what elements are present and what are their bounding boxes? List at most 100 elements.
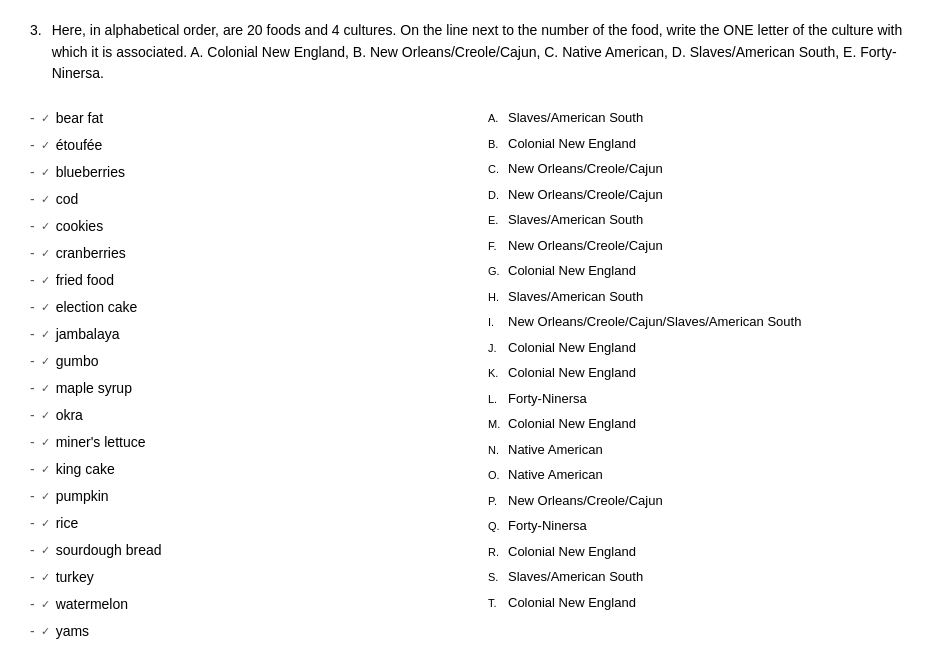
food-check: ✓ [41, 191, 50, 208]
food-name: watermelon [56, 594, 128, 615]
food-name: étoufée [56, 135, 103, 156]
cultures-list: A. Slaves/American South B. Colonial New… [468, 105, 906, 645]
food-dash: - [30, 378, 35, 399]
food-name: okra [56, 405, 83, 426]
culture-item: Q. Forty-Ninersa [488, 513, 906, 539]
culture-text: Colonial New England [508, 363, 636, 383]
food-name: cookies [56, 216, 103, 237]
culture-item: D. New Orleans/Creole/Cajun [488, 182, 906, 208]
culture-item: C. New Orleans/Creole/Cajun [488, 156, 906, 182]
food-dash: - [30, 135, 35, 156]
food-item: - ✓ étoufée [30, 132, 448, 159]
culture-text: New Orleans/Creole/Cajun [508, 185, 663, 205]
culture-letter: I. [488, 314, 504, 331]
food-item: - ✓ pumpkin [30, 483, 448, 510]
culture-text: New Orleans/Creole/Cajun [508, 491, 663, 511]
food-item: - ✓ okra [30, 402, 448, 429]
foods-list: - ✓ bear fat - ✓ étoufée - ✓ blueberries… [30, 105, 468, 645]
food-name: blueberries [56, 162, 125, 183]
culture-item: S. Slaves/American South [488, 564, 906, 590]
food-check: ✓ [41, 137, 50, 154]
food-name: bear fat [56, 108, 103, 129]
food-item: - ✓ bear fat [30, 105, 448, 132]
food-item: - ✓ rice [30, 510, 448, 537]
food-dash: - [30, 351, 35, 372]
culture-text: Native American [508, 440, 603, 460]
food-check: ✓ [41, 164, 50, 181]
culture-letter: D. [488, 187, 504, 204]
culture-letter: G. [488, 263, 504, 280]
culture-item: P. New Orleans/Creole/Cajun [488, 488, 906, 514]
culture-item: J. Colonial New England [488, 335, 906, 361]
food-item: - ✓ watermelon [30, 591, 448, 618]
culture-item: L. Forty-Ninersa [488, 386, 906, 412]
culture-text: Slaves/American South [508, 287, 643, 307]
culture-letter: O. [488, 467, 504, 484]
culture-text: Colonial New England [508, 542, 636, 562]
food-dash: - [30, 243, 35, 264]
food-name: gumbo [56, 351, 99, 372]
food-name: sourdough bread [56, 540, 162, 561]
food-item: - ✓ maple syrup [30, 375, 448, 402]
culture-letter: M. [488, 416, 504, 433]
culture-text: Forty-Ninersa [508, 516, 587, 536]
food-check: ✓ [41, 299, 50, 316]
food-item: - ✓ miner's lettuce [30, 429, 448, 456]
culture-letter: P. [488, 493, 504, 510]
food-name: king cake [56, 459, 115, 480]
food-dash: - [30, 432, 35, 453]
culture-text: New Orleans/Creole/Cajun/Slaves/American… [508, 312, 801, 332]
food-name: yams [56, 621, 89, 642]
food-item: - ✓ yams [30, 618, 448, 645]
culture-letter: T. [488, 595, 504, 612]
culture-letter: C. [488, 161, 504, 178]
food-item: - ✓ election cake [30, 294, 448, 321]
food-item: - ✓ gumbo [30, 348, 448, 375]
culture-text: Colonial New England [508, 134, 636, 154]
food-check: ✓ [41, 488, 50, 505]
culture-letter: F. [488, 238, 504, 255]
food-check: ✓ [41, 272, 50, 289]
question-number: 3. [30, 20, 42, 85]
food-item: - ✓ fried food [30, 267, 448, 294]
content-area: - ✓ bear fat - ✓ étoufée - ✓ blueberries… [30, 105, 906, 645]
culture-item: I. New Orleans/Creole/Cajun/Slaves/Ameri… [488, 309, 906, 335]
food-check: ✓ [41, 542, 50, 559]
question-text: Here, in alphabetical order, are 20 food… [52, 20, 906, 85]
culture-text: Forty-Ninersa [508, 389, 587, 409]
culture-text: Colonial New England [508, 593, 636, 613]
food-item: - ✓ blueberries [30, 159, 448, 186]
food-item: - ✓ jambalaya [30, 321, 448, 348]
food-dash: - [30, 189, 35, 210]
food-check: ✓ [41, 623, 50, 640]
culture-text: Slaves/American South [508, 567, 643, 587]
food-name: pumpkin [56, 486, 109, 507]
culture-item: E. Slaves/American South [488, 207, 906, 233]
culture-item: N. Native American [488, 437, 906, 463]
culture-text: Colonial New England [508, 261, 636, 281]
food-dash: - [30, 405, 35, 426]
food-check: ✓ [41, 569, 50, 586]
food-check: ✓ [41, 245, 50, 262]
food-dash: - [30, 567, 35, 588]
food-name: cranberries [56, 243, 126, 264]
culture-text: New Orleans/Creole/Cajun [508, 236, 663, 256]
food-dash: - [30, 324, 35, 345]
food-dash: - [30, 621, 35, 642]
culture-item: G. Colonial New England [488, 258, 906, 284]
culture-letter: A. [488, 110, 504, 127]
culture-letter: B. [488, 136, 504, 153]
food-item: - ✓ turkey [30, 564, 448, 591]
culture-letter: E. [488, 212, 504, 229]
food-name: fried food [56, 270, 114, 291]
food-name: cod [56, 189, 79, 210]
culture-letter: R. [488, 544, 504, 561]
culture-item: A. Slaves/American South [488, 105, 906, 131]
food-check: ✓ [41, 380, 50, 397]
food-check: ✓ [41, 515, 50, 532]
culture-item: F. New Orleans/Creole/Cajun [488, 233, 906, 259]
culture-text: New Orleans/Creole/Cajun [508, 159, 663, 179]
culture-text: Colonial New England [508, 338, 636, 358]
culture-letter: S. [488, 569, 504, 586]
food-check: ✓ [41, 407, 50, 424]
